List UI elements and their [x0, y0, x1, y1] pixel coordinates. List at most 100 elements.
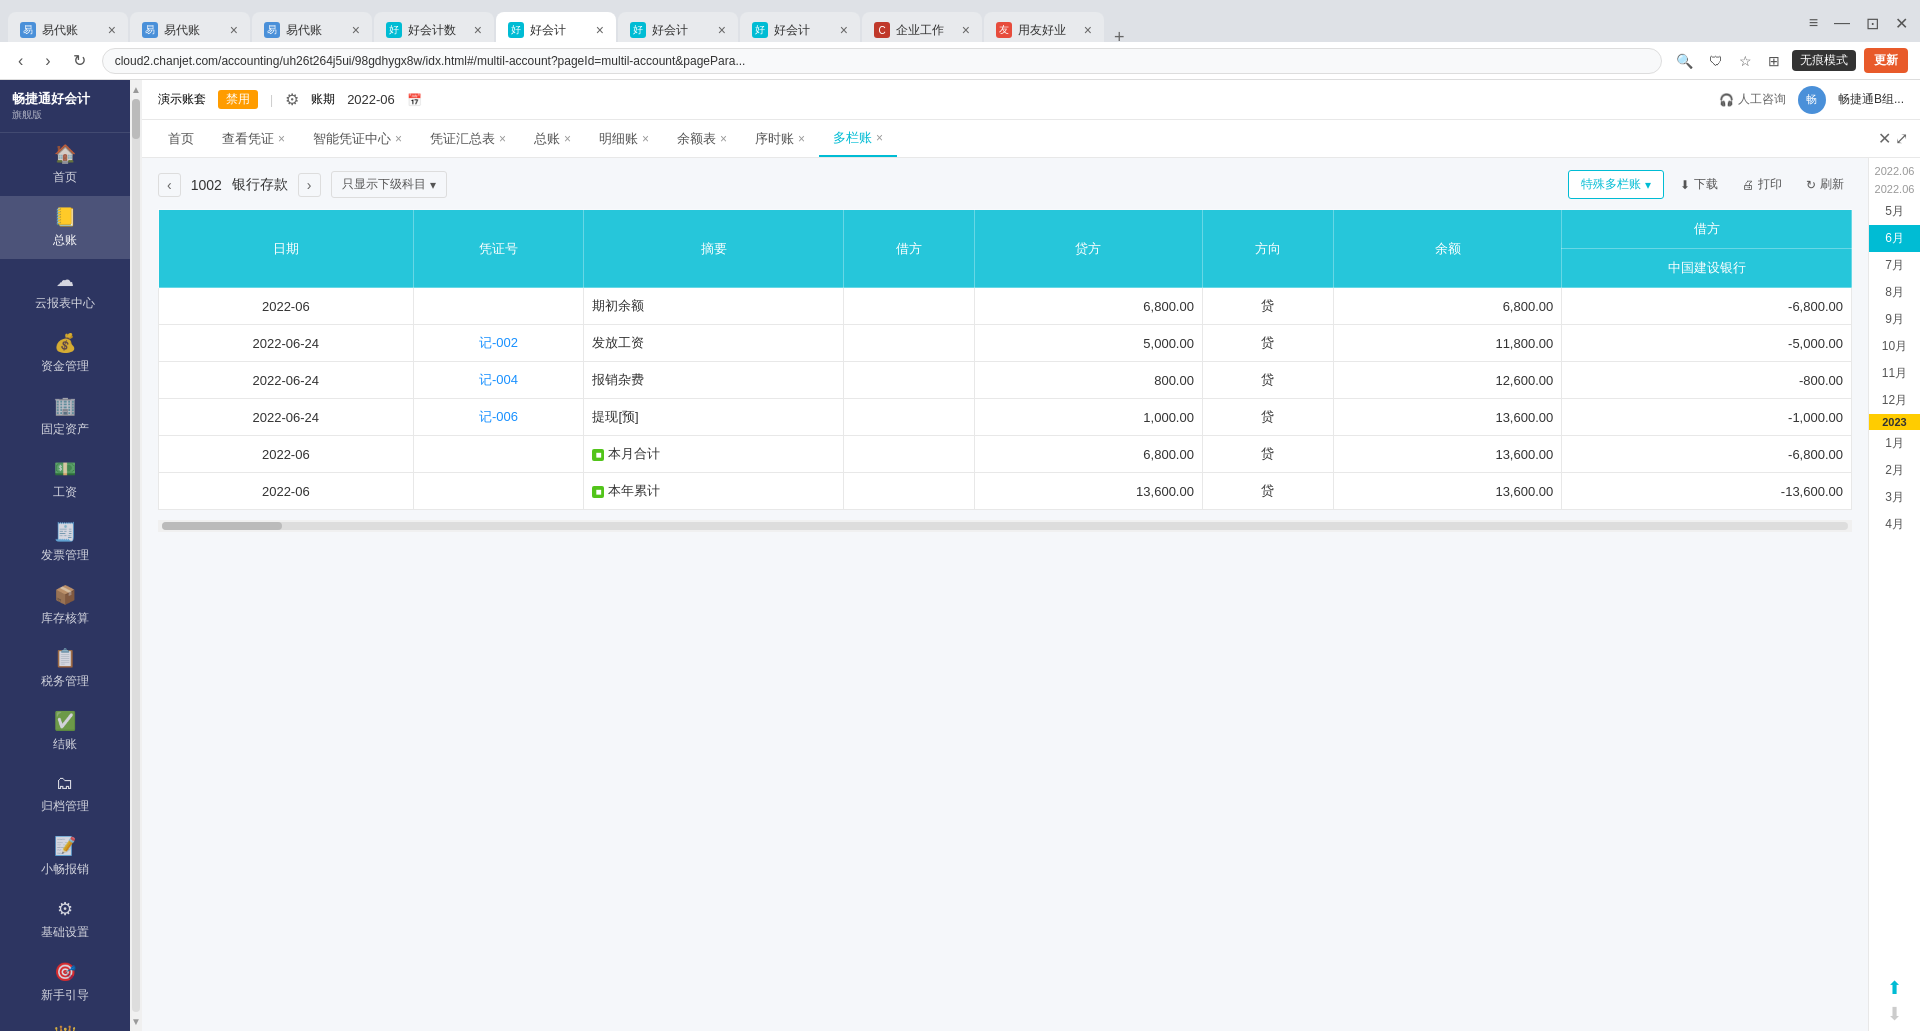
stealth-mode-button[interactable]: 无痕模式 [1792, 50, 1856, 71]
browser-tab[interactable]: 易 易代账 × [252, 12, 372, 42]
tab-general-ledger[interactable]: 总账 × [520, 122, 585, 156]
close-icon[interactable]: ✕ [1891, 10, 1912, 37]
sidebar-item-salary[interactable]: 💵 工资 [0, 448, 130, 511]
minimize-icon[interactable]: — [1830, 10, 1854, 36]
tab-close-icon[interactable]: × [798, 132, 805, 146]
tab-voucher[interactable]: 查看凭证 × [208, 122, 299, 156]
tab-close-icon[interactable]: × [474, 22, 482, 38]
address-input[interactable] [102, 48, 1662, 74]
sidebar-item-tax[interactable]: 📋 税务管理 [0, 637, 130, 700]
sidebar-item-invoice[interactable]: 🧾 发票管理 [0, 511, 130, 574]
sidebar-scrollbar[interactable]: ▲ ▼ [130, 80, 142, 1031]
search-icon[interactable]: 🔍 [1672, 49, 1697, 73]
scroll-thumb[interactable] [132, 99, 140, 139]
restore-icon[interactable]: ⊡ [1862, 10, 1883, 37]
month-item-1[interactable]: 1月 [1869, 430, 1920, 457]
sidebar-item-settings[interactable]: ⚙ 基础设置 [0, 888, 130, 951]
reload-button[interactable]: ↻ [67, 47, 92, 74]
browser-tab[interactable]: 好 好会计数 × [374, 12, 494, 42]
month-item-4[interactable]: 4月 [1869, 511, 1920, 538]
voucher-link[interactable]: 记-004 [479, 372, 518, 387]
sidebar-item-ledger[interactable]: 📒 总账 [0, 196, 130, 259]
tab-close-icon[interactable]: × [718, 22, 726, 38]
print-button[interactable]: 🖨 打印 [1734, 171, 1790, 198]
sidebar-item-home[interactable]: 🏠 首页 [0, 133, 130, 196]
tab-detail-ledger[interactable]: 明细账 × [585, 122, 663, 156]
scroll-track[interactable] [162, 522, 1848, 530]
close-panel-button[interactable]: ✕ [1878, 129, 1891, 148]
prev-account-button[interactable]: ‹ [158, 173, 181, 197]
tab-close-icon[interactable]: × [596, 22, 604, 38]
browser-tab[interactable]: 好 好会计 × [740, 12, 860, 42]
tab-close-icon[interactable]: × [395, 132, 402, 146]
tab-close-icon[interactable]: × [876, 131, 883, 145]
expand-panel-button[interactable]: ⤢ [1895, 129, 1908, 148]
forward-button[interactable]: › [39, 48, 56, 74]
scroll-down-icon[interactable]: ▼ [131, 1016, 141, 1027]
month-item-2[interactable]: 2月 [1869, 457, 1920, 484]
sidebar-item-cloud-report[interactable]: ☁ 云报表中心 [0, 259, 130, 322]
tab-home[interactable]: 首页 [154, 122, 208, 156]
sidebar-item-fixed-assets[interactable]: 🏢 固定资产 [0, 385, 130, 448]
tab-close-icon[interactable]: × [1084, 22, 1092, 38]
settings-icon[interactable]: ⚙ [285, 90, 299, 109]
tab-list-icon[interactable]: ≡ [1805, 10, 1822, 36]
browser-tab[interactable]: 友 用友好业 × [984, 12, 1104, 42]
next-account-button[interactable]: › [298, 173, 321, 197]
tab-close-icon[interactable]: × [564, 132, 571, 146]
refresh-button[interactable]: ↻ 刷新 [1798, 171, 1852, 198]
voucher-link[interactable]: 记-006 [479, 409, 518, 424]
sidebar-item-member[interactable]: 👑 畅会员 [0, 1014, 130, 1031]
tab-smart-voucher[interactable]: 智能凭证中心 × [299, 122, 416, 156]
scroll-track[interactable] [132, 99, 140, 1012]
tab-voucher-summary[interactable]: 凭证汇总表 × [416, 122, 520, 156]
month-item-8[interactable]: 8月 [1869, 279, 1920, 306]
download-button[interactable]: ⬇ 下载 [1672, 171, 1726, 198]
bottom-scrollbar[interactable] [158, 520, 1852, 532]
sidebar-toggle-icon[interactable]: ⊞ [1764, 49, 1784, 73]
scroll-thumb[interactable] [162, 522, 282, 530]
tab-balance[interactable]: 余额表 × [663, 122, 741, 156]
special-multi-button[interactable]: 特殊多栏账 ▾ [1568, 170, 1664, 199]
tab-close-icon[interactable]: × [108, 22, 116, 38]
month-item-6[interactable]: 6月 [1869, 225, 1920, 252]
month-item-7[interactable]: 7月 [1869, 252, 1920, 279]
tab-close-icon[interactable]: × [230, 22, 238, 38]
tab-close-icon[interactable]: × [720, 132, 727, 146]
browser-tab-active[interactable]: 好 好会计 × [496, 12, 616, 42]
voucher-link[interactable]: 记-002 [479, 335, 518, 350]
month-item-9[interactable]: 9月 [1869, 306, 1920, 333]
browser-tab[interactable]: 易 易代账 × [130, 12, 250, 42]
browser-tab[interactable]: 易 易代账 × [8, 12, 128, 42]
tab-close-icon[interactable]: × [499, 132, 506, 146]
consult-button[interactable]: 🎧 人工咨询 [1719, 91, 1786, 108]
scroll-down-circle[interactable]: ⬇ [1887, 1003, 1902, 1025]
sub-filter-dropdown[interactable]: 只显示下级科目 ▾ [331, 171, 447, 198]
update-button[interactable]: 更新 [1864, 48, 1908, 73]
sidebar-item-close-period[interactable]: ✅ 结账 [0, 700, 130, 763]
sidebar-item-inventory[interactable]: 📦 库存核算 [0, 574, 130, 637]
sidebar-item-expense[interactable]: 📝 小畅报销 [0, 825, 130, 888]
browser-tab[interactable]: C 企业工作 × [862, 12, 982, 42]
scroll-up-icon[interactable]: ▲ [131, 84, 141, 95]
month-item-3[interactable]: 3月 [1869, 484, 1920, 511]
tab-journal[interactable]: 序时账 × [741, 122, 819, 156]
tab-close-icon[interactable]: × [962, 22, 970, 38]
month-item-5[interactable]: 5月 [1869, 198, 1920, 225]
scroll-up-circle[interactable]: ⬆ [1887, 977, 1902, 999]
sidebar-item-fund[interactable]: 💰 资金管理 [0, 322, 130, 385]
month-item-11[interactable]: 11月 [1869, 360, 1920, 387]
browser-tab[interactable]: 好 好会计 × [618, 12, 738, 42]
tab-multi-column[interactable]: 多栏账 × [819, 121, 897, 157]
new-tab-button[interactable]: + [1106, 27, 1133, 42]
tab-close-icon[interactable]: × [278, 132, 285, 146]
star-icon[interactable]: ☆ [1735, 49, 1756, 73]
tab-close-icon[interactable]: × [642, 132, 649, 146]
sidebar-item-archive[interactable]: 🗂 归档管理 [0, 763, 130, 825]
month-item-10[interactable]: 10月 [1869, 333, 1920, 360]
calendar-icon[interactable]: 📅 [407, 93, 422, 107]
tab-close-icon[interactable]: × [840, 22, 848, 38]
back-button[interactable]: ‹ [12, 48, 29, 74]
month-item-12[interactable]: 12月 [1869, 387, 1920, 414]
tab-close-icon[interactable]: × [352, 22, 360, 38]
